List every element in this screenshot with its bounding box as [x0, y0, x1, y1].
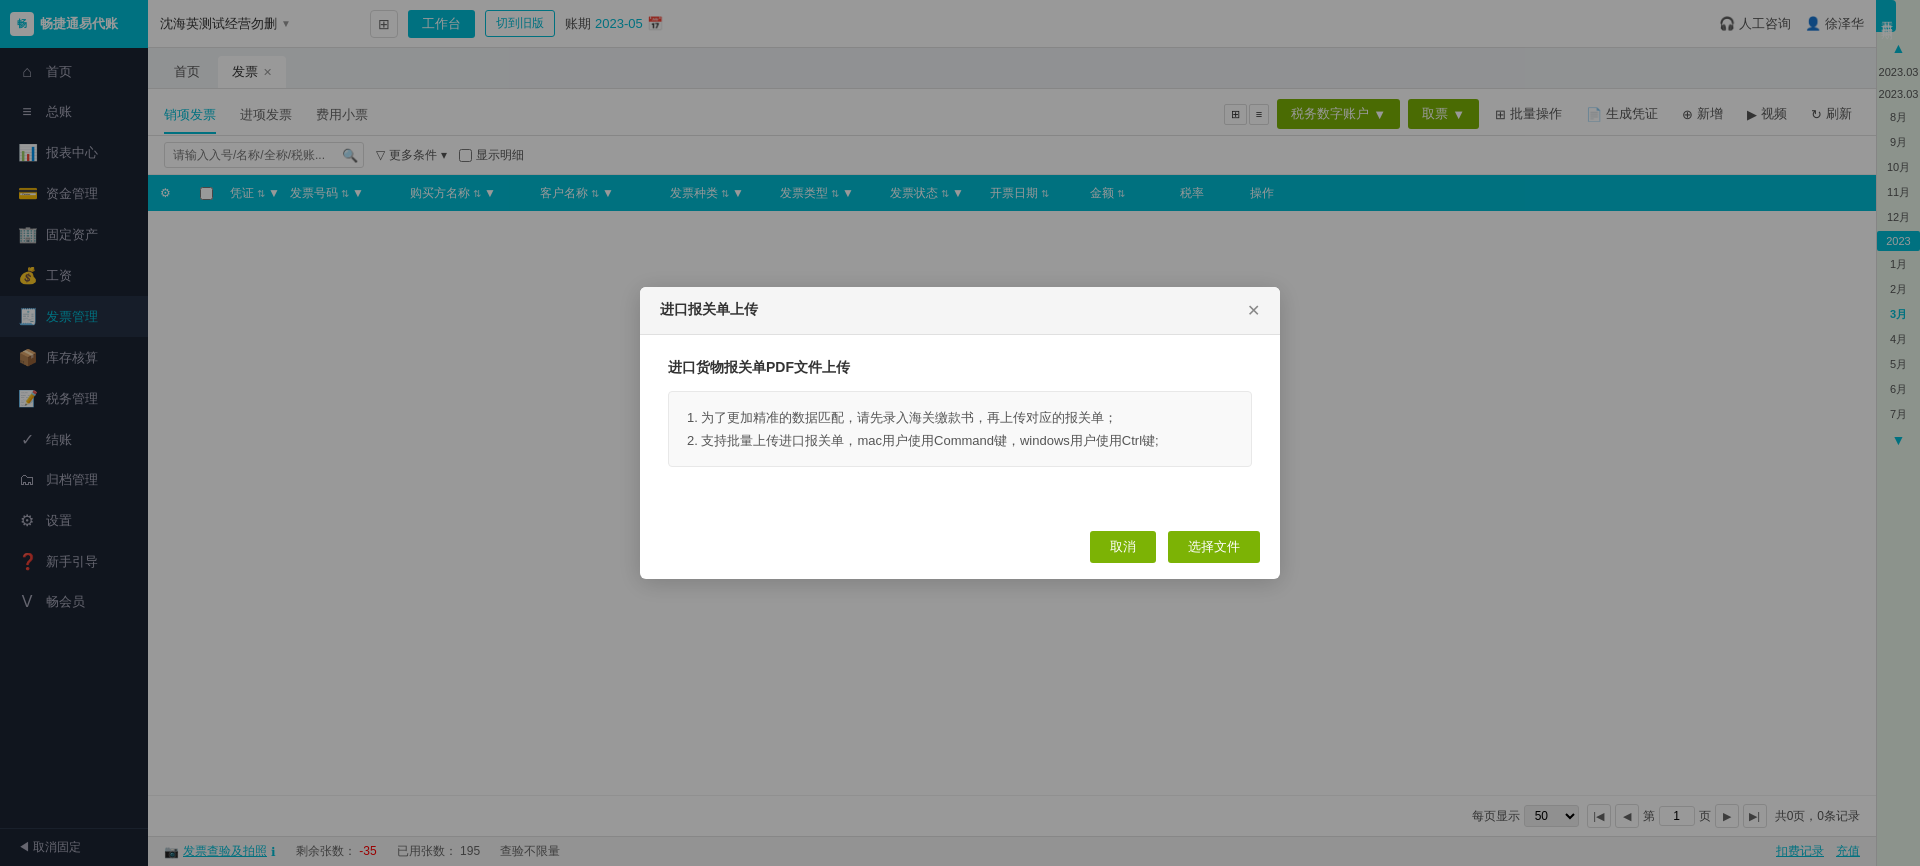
modal-overlay: 进口报关单上传 ✕ 进口货物报关单PDF文件上传 1. 为了更加精准的数据匹配，…	[0, 0, 1920, 866]
modal-footer: 取消 选择文件	[640, 515, 1280, 579]
modal-tip-1: 1. 为了更加精准的数据匹配，请先录入海关缴款书，再上传对应的报关单；	[687, 406, 1233, 429]
modal-body: 进口货物报关单PDF文件上传 1. 为了更加精准的数据匹配，请先录入海关缴款书，…	[640, 335, 1280, 516]
modal-tips: 1. 为了更加精准的数据匹配，请先录入海关缴款书，再上传对应的报关单； 2. 支…	[668, 391, 1252, 468]
modal-select-file-btn[interactable]: 选择文件	[1168, 531, 1260, 563]
modal-cancel-btn[interactable]: 取消	[1090, 531, 1156, 563]
modal-tip-2: 2. 支持批量上传进口报关单，mac用户使用Command键，windows用户…	[687, 429, 1233, 452]
modal-upload-title: 进口货物报关单PDF文件上传	[668, 359, 1252, 377]
modal-header: 进口报关单上传 ✕	[640, 287, 1280, 335]
import-customs-modal: 进口报关单上传 ✕ 进口货物报关单PDF文件上传 1. 为了更加精准的数据匹配，…	[640, 287, 1280, 580]
modal-title: 进口报关单上传	[660, 301, 758, 319]
modal-close-btn[interactable]: ✕	[1247, 301, 1260, 320]
